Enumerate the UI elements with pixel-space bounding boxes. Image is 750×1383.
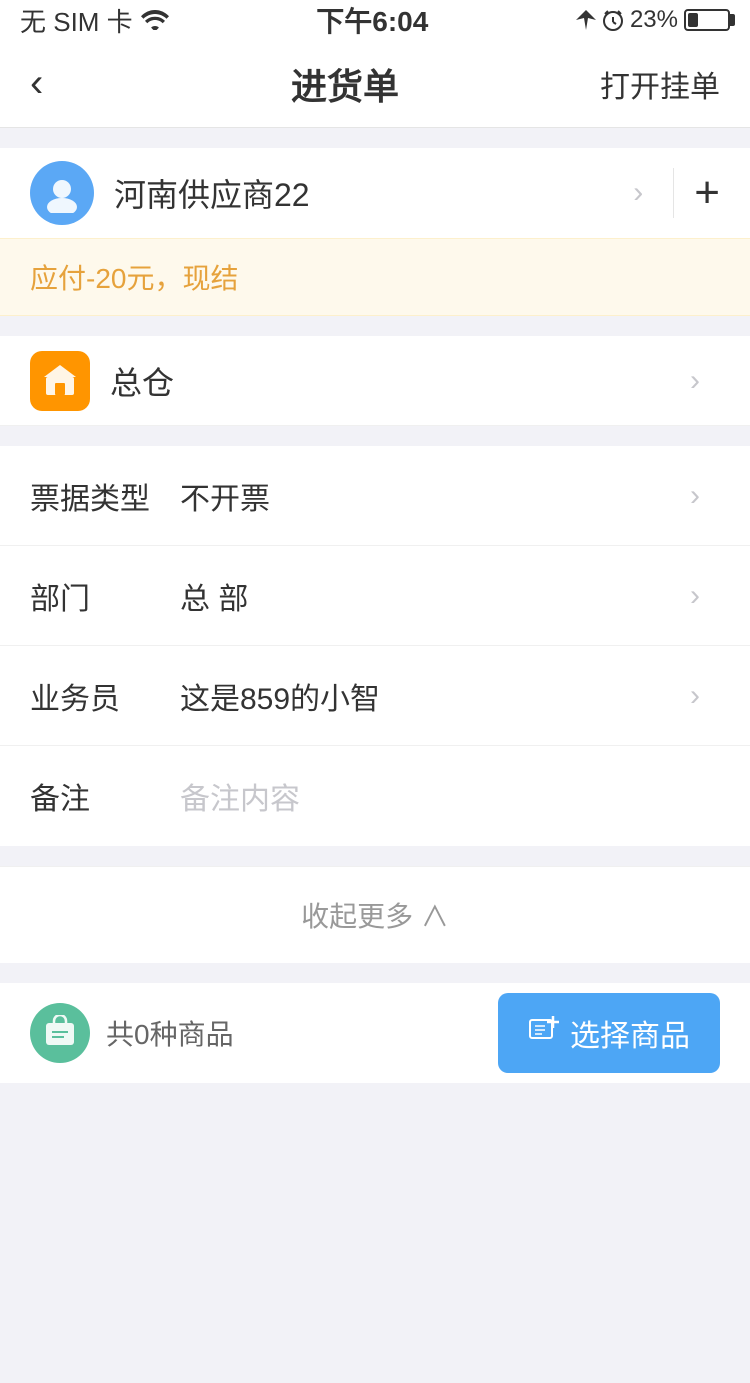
bottom-bar: 共0种商品 选择商品 xyxy=(0,983,750,1083)
supplier-avatar xyxy=(30,161,94,225)
nav-bar: ‹ 进货单 打开挂单 xyxy=(0,40,750,128)
supplier-section: 河南供应商22 › + 应付-20元，现结 xyxy=(0,148,750,316)
location-icon xyxy=(576,10,596,30)
add-supplier-button[interactable]: + xyxy=(694,171,720,215)
warehouse-name: 总仓 xyxy=(110,358,690,404)
salesperson-value: 这是859的小智 xyxy=(170,674,690,718)
product-icon xyxy=(30,1003,90,1063)
notice-text: 应付-20元，现结 xyxy=(30,263,238,294)
status-right: 23% xyxy=(576,6,730,34)
divider xyxy=(673,168,674,218)
remark-input[interactable]: 备注内容 xyxy=(170,774,720,818)
page-title: 进货单 xyxy=(291,58,399,110)
supplier-name: 河南供应商22 xyxy=(114,170,633,216)
salesperson-row[interactable]: 业务员 这是859的小智 › xyxy=(0,646,750,746)
warehouse-section: 总仓 › xyxy=(0,336,750,426)
select-product-icon xyxy=(528,1014,560,1053)
department-label: 部门 xyxy=(30,574,170,618)
form-section: 票据类型 不开票 › 部门 总 部 › 业务员 这是859的小智 › 备注 备注… xyxy=(0,446,750,846)
invoice-type-chevron-icon: › xyxy=(690,479,700,513)
warehouse-row[interactable]: 总仓 › xyxy=(0,336,750,426)
invoice-type-row[interactable]: 票据类型 不开票 › xyxy=(0,446,750,546)
status-left: 无 SIM 卡 xyxy=(20,2,169,39)
invoice-type-value: 不开票 xyxy=(170,474,690,518)
supplier-chevron-icon: › xyxy=(633,176,643,210)
department-value: 总 部 xyxy=(170,574,690,618)
product-count-section: 共0种商品 xyxy=(30,1003,234,1063)
collapse-label: 收起更多 ∧ xyxy=(301,901,449,932)
invoice-type-label: 票据类型 xyxy=(30,474,170,518)
battery-icon xyxy=(684,9,730,31)
back-button[interactable]: ‹ xyxy=(30,61,90,106)
notice-bar: 应付-20元，现结 xyxy=(0,238,750,316)
open-pending-button[interactable]: 打开挂单 xyxy=(600,62,720,106)
status-time: 下午6:04 xyxy=(316,0,428,40)
collapse-button[interactable]: 收起更多 ∧ xyxy=(0,866,750,963)
warehouse-icon xyxy=(30,351,90,411)
salesperson-label: 业务员 xyxy=(30,674,170,718)
select-product-label: 选择商品 xyxy=(570,1011,690,1055)
warehouse-chevron-icon: › xyxy=(690,364,700,398)
battery-percent: 23% xyxy=(630,6,678,34)
alarm-icon xyxy=(602,9,624,31)
department-chevron-icon: › xyxy=(690,579,700,613)
supplier-row[interactable]: 河南供应商22 › + xyxy=(0,148,750,238)
department-row[interactable]: 部门 总 部 › xyxy=(0,546,750,646)
wifi-icon xyxy=(141,10,169,30)
gap-2 xyxy=(0,316,750,336)
signal-text: 无 SIM 卡 xyxy=(20,2,133,39)
status-bar: 无 SIM 卡 下午6:04 23% xyxy=(0,0,750,40)
remark-label: 备注 xyxy=(30,774,170,818)
page-background xyxy=(0,1083,750,1383)
gap-1 xyxy=(0,128,750,148)
salesperson-chevron-icon: › xyxy=(690,679,700,713)
select-product-button[interactable]: 选择商品 xyxy=(498,993,720,1073)
remark-row[interactable]: 备注 备注内容 xyxy=(0,746,750,846)
product-count-text: 共0种商品 xyxy=(106,1013,234,1053)
